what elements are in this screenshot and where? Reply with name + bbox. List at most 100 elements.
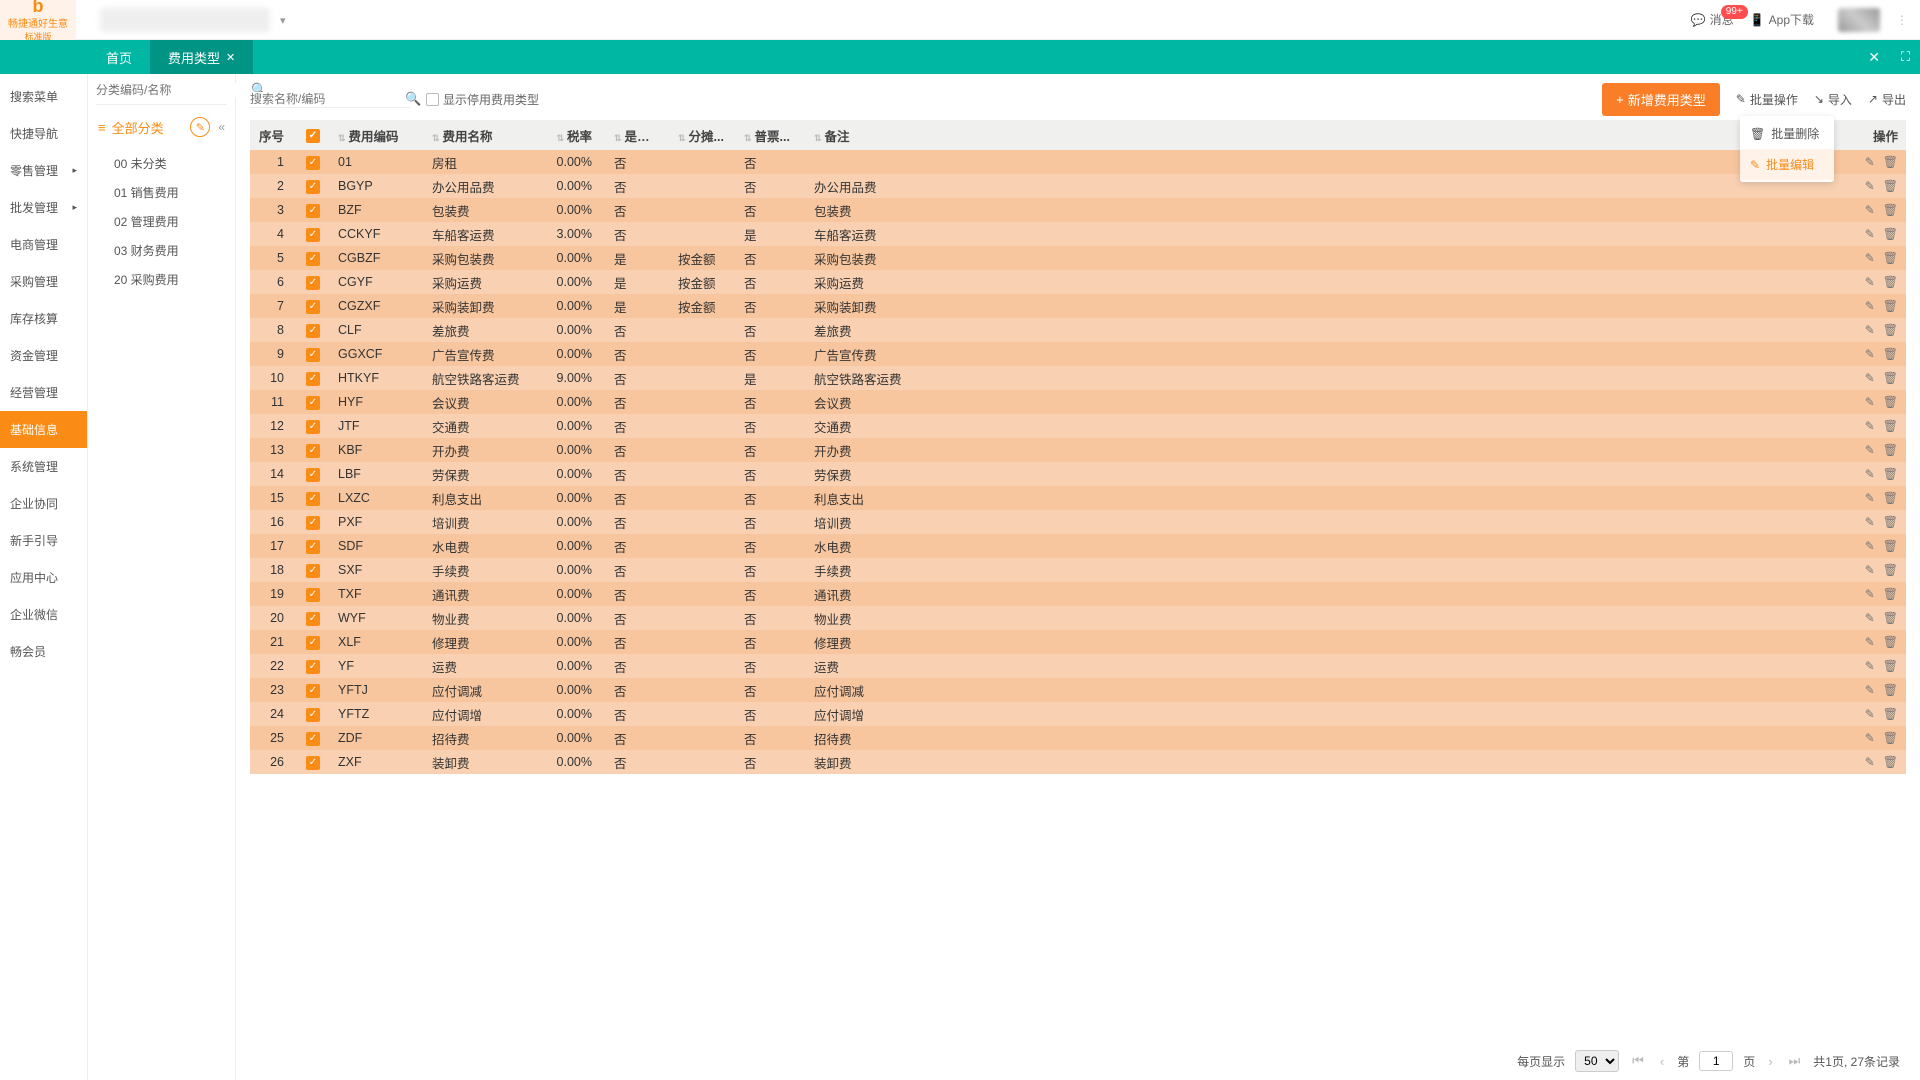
nav-item-5[interactable]: 采购管理 [0, 263, 87, 300]
cell-select[interactable]: ✓ [296, 486, 330, 510]
table-row[interactable]: 16✓PXF培训费0.00%否否培训费✎🗑 [250, 510, 1906, 534]
delete-row-icon[interactable]: 🗑 [1883, 395, 1898, 409]
edit-row-icon[interactable]: ✎ [1865, 275, 1875, 289]
edit-row-icon[interactable]: ✎ [1865, 203, 1875, 217]
edit-row-icon[interactable]: ✎ [1865, 227, 1875, 241]
edit-row-icon[interactable]: ✎ [1865, 611, 1875, 625]
collapse-tree-icon[interactable]: « [218, 120, 225, 134]
col-rate[interactable]: ⇅税率 [542, 120, 600, 150]
close-all-tabs[interactable]: ✕ [1868, 40, 1880, 74]
cell-select[interactable]: ✓ [296, 438, 330, 462]
delete-row-icon[interactable]: 🗑 [1883, 419, 1898, 433]
prev-page-icon[interactable]: ‹ [1657, 1054, 1667, 1069]
nav-item-11[interactable]: 企业协同 [0, 485, 87, 522]
cell-select[interactable]: ✓ [296, 582, 330, 606]
cell-select[interactable]: ✓ [296, 198, 330, 222]
delete-row-icon[interactable]: 🗑 [1883, 251, 1898, 265]
cell-select[interactable]: ✓ [296, 726, 330, 750]
table-row[interactable]: 24✓YFTZ应付调增0.00%否否应付调增✎🗑 [250, 702, 1906, 726]
col-alloc[interactable]: ⇅分摊... [664, 120, 734, 150]
edit-row-icon[interactable]: ✎ [1865, 515, 1875, 529]
per-page-select[interactable]: 50 [1575, 1050, 1619, 1072]
tree-node[interactable]: 00 未分类 [96, 149, 227, 178]
edit-row-icon[interactable]: ✎ [1865, 299, 1875, 313]
tree-node[interactable]: 01 销售费用 [96, 178, 227, 207]
cell-select[interactable]: ✓ [296, 510, 330, 534]
edit-row-icon[interactable]: ✎ [1865, 539, 1875, 553]
table-row[interactable]: 26✓ZXF装卸费0.00%否否装卸费✎🗑 [250, 750, 1906, 774]
col-code[interactable]: ⇅费用编码 [330, 120, 424, 150]
table-row[interactable]: 3✓BZF包装费0.00%否否包装费✎🗑 [250, 198, 1906, 222]
tree-search-input[interactable] [96, 83, 251, 97]
nav-item-1[interactable]: 快捷导航 [0, 115, 87, 152]
fullscreen-icon[interactable]: ⛶ [1901, 40, 1910, 74]
edit-row-icon[interactable]: ✎ [1865, 563, 1875, 577]
cell-select[interactable]: ✓ [296, 246, 330, 270]
menu-icon[interactable]: ⋮ [1896, 13, 1908, 27]
cell-select[interactable]: ✓ [296, 558, 330, 582]
table-row[interactable]: 11✓HYF会议费0.00%否否会议费✎🗑 [250, 390, 1906, 414]
edit-row-icon[interactable]: ✎ [1865, 395, 1875, 409]
nav-item-0[interactable]: 搜索菜单 [0, 78, 87, 115]
nav-item-3[interactable]: 批发管理▸ [0, 189, 87, 226]
edit-row-icon[interactable]: ✎ [1865, 731, 1875, 745]
col-bool1[interactable]: ⇅是否... [600, 120, 664, 150]
delete-row-icon[interactable]: 🗑 [1883, 659, 1898, 673]
delete-row-icon[interactable]: 🗑 [1883, 539, 1898, 553]
cell-select[interactable]: ✓ [296, 366, 330, 390]
table-scroll[interactable]: 序号 ✓ ⇅费用编码 ⇅费用名称 ⇅税率 ⇅是否... ⇅分摊... ⇅普票..… [250, 120, 1906, 1044]
cell-select[interactable]: ✓ [296, 534, 330, 558]
next-page-icon[interactable]: › [1765, 1054, 1775, 1069]
edit-icon[interactable]: ✎ [190, 117, 210, 137]
nav-item-9[interactable]: 基础信息 [0, 411, 87, 448]
show-disabled-toggle[interactable]: 显示停用费用类型 [426, 91, 539, 108]
first-page-icon[interactable]: ⏮ [1629, 1053, 1647, 1069]
col-select-all[interactable]: ✓ [296, 120, 330, 150]
col-index[interactable]: 序号 [250, 120, 296, 150]
nav-item-6[interactable]: 库存核算 [0, 300, 87, 337]
table-row[interactable]: 18✓SXF手续费0.00%否否手续费✎🗑 [250, 558, 1906, 582]
cell-select[interactable]: ✓ [296, 462, 330, 486]
cell-select[interactable]: ✓ [296, 150, 330, 174]
table-row[interactable]: 6✓CGYF采购运费0.00%是按金额否采购运费✎🗑 [250, 270, 1906, 294]
table-row[interactable]: 10✓HTKYF航空铁路客运费9.00%否是航空铁路客运费✎🗑 [250, 366, 1906, 390]
batch-ops-button[interactable]: ✎ 批量操作 [1736, 91, 1798, 108]
tree-node[interactable]: 03 财务费用 [96, 236, 227, 265]
tree-node[interactable]: 20 采购费用 [96, 265, 227, 294]
table-row[interactable]: 5✓CGBZF采购包装费0.00%是按金额否采购包装费✎🗑 [250, 246, 1906, 270]
delete-row-icon[interactable]: 🗑 [1883, 635, 1898, 649]
tree-node[interactable]: 02 管理费用 [96, 207, 227, 236]
table-row[interactable]: 17✓SDF水电费0.00%否否水电费✎🗑 [250, 534, 1906, 558]
cell-select[interactable]: ✓ [296, 750, 330, 774]
table-row[interactable]: 20✓WYF物业费0.00%否否物业费✎🗑 [250, 606, 1906, 630]
cell-select[interactable]: ✓ [296, 702, 330, 726]
add-expense-type-button[interactable]: + 新增费用类型 [1602, 83, 1720, 116]
tree-root[interactable]: ≡ 全部分类 ✎ « [96, 111, 227, 143]
nav-item-4[interactable]: 电商管理 [0, 226, 87, 263]
table-row[interactable]: 2✓BGYP办公用品费0.00%否否办公用品费✎🗑 [250, 174, 1906, 198]
delete-row-icon[interactable]: 🗑 [1883, 203, 1898, 217]
col-note[interactable]: ⇅备注 [806, 120, 1834, 150]
tab-expense-type[interactable]: 费用类型 ✕ [150, 40, 253, 74]
tab-close-icon[interactable]: ✕ [226, 51, 235, 64]
company-selector[interactable] [100, 8, 270, 32]
delete-row-icon[interactable]: 🗑 [1883, 467, 1898, 481]
nav-item-12[interactable]: 新手引导 [0, 522, 87, 559]
nav-item-10[interactable]: 系统管理 [0, 448, 87, 485]
cell-select[interactable]: ✓ [296, 294, 330, 318]
table-row[interactable]: 25✓ZDF招待费0.00%否否招待费✎🗑 [250, 726, 1906, 750]
avatar[interactable] [1838, 8, 1880, 32]
edit-row-icon[interactable]: ✎ [1865, 443, 1875, 457]
delete-row-icon[interactable]: 🗑 [1883, 443, 1898, 457]
cell-select[interactable]: ✓ [296, 318, 330, 342]
table-row[interactable]: 22✓YF运费0.00%否否运费✎🗑 [250, 654, 1906, 678]
edit-row-icon[interactable]: ✎ [1865, 251, 1875, 265]
cell-select[interactable]: ✓ [296, 222, 330, 246]
edit-row-icon[interactable]: ✎ [1865, 659, 1875, 673]
cell-select[interactable]: ✓ [296, 342, 330, 366]
delete-row-icon[interactable]: 🗑 [1883, 587, 1898, 601]
delete-row-icon[interactable]: 🗑 [1883, 371, 1898, 385]
col-name[interactable]: ⇅费用名称 [424, 120, 542, 150]
nav-item-8[interactable]: 经营管理 [0, 374, 87, 411]
table-row[interactable]: 19✓TXF通讯费0.00%否否通讯费✎🗑 [250, 582, 1906, 606]
